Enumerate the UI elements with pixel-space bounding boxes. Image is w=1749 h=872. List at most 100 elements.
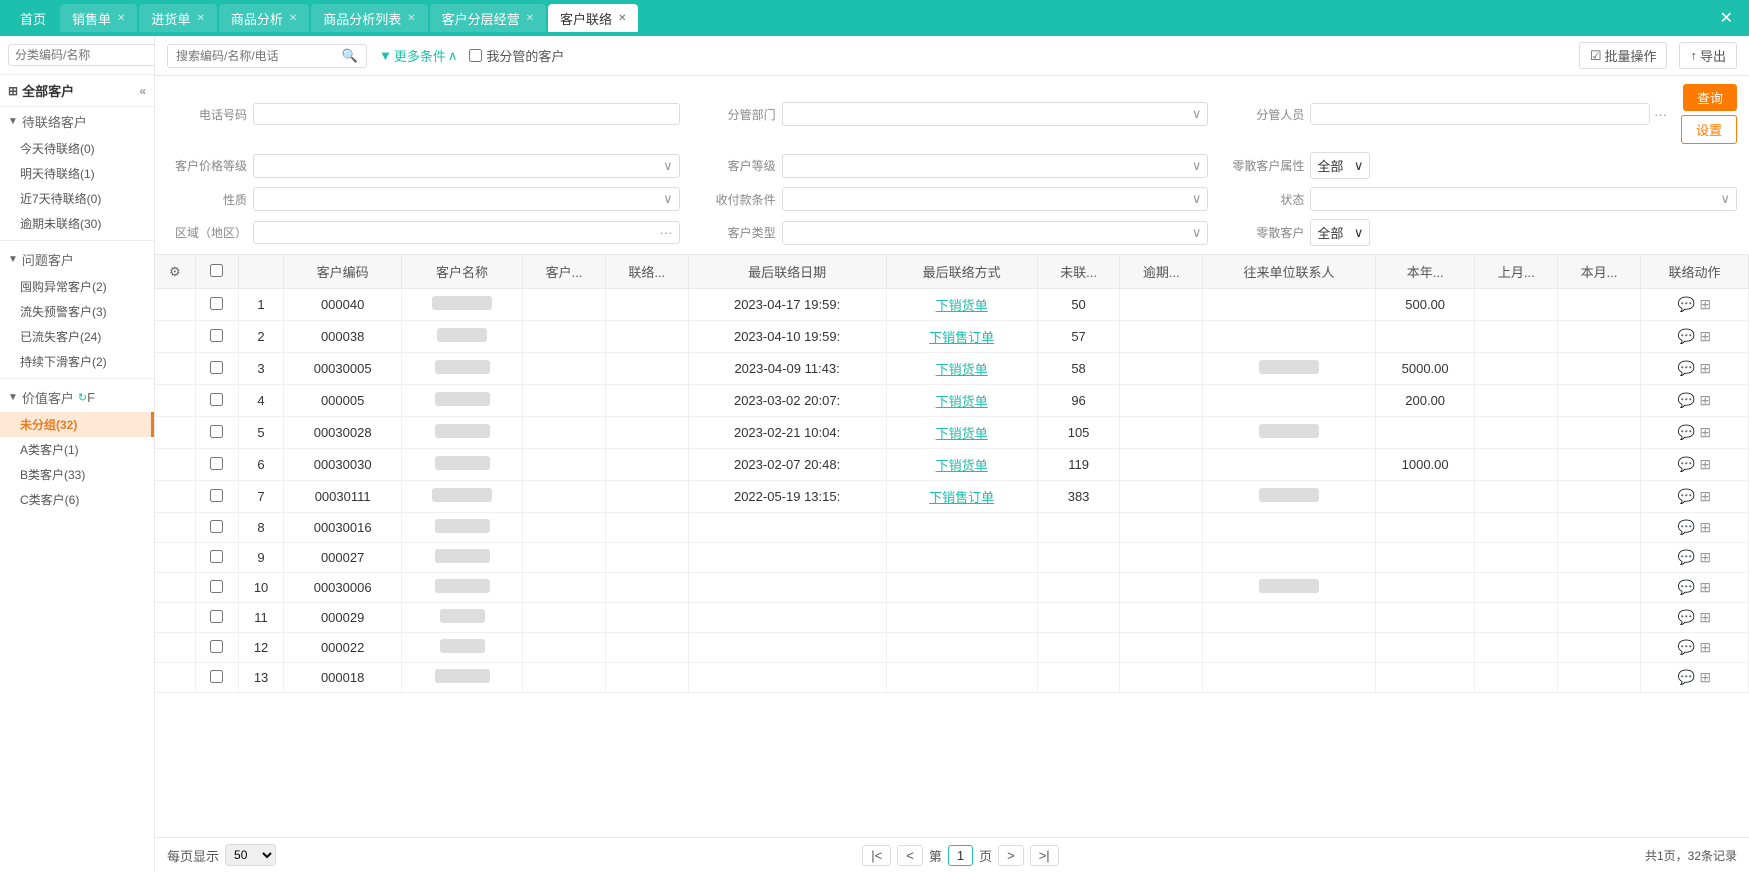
next-page-button[interactable]: >: [998, 845, 1024, 866]
region-select[interactable]: ···: [253, 221, 680, 244]
grid-action-icon[interactable]: ⊞: [1699, 609, 1711, 626]
row-checkbox[interactable]: [210, 520, 223, 533]
batch-ops-button[interactable]: ☑ 批量操作: [1579, 42, 1668, 69]
th-overdue[interactable]: 逾期...: [1120, 255, 1203, 289]
dept-select[interactable]: ∨: [782, 102, 1209, 126]
person-input[interactable]: [1310, 103, 1650, 125]
grid-action-icon[interactable]: ⊞: [1699, 392, 1711, 409]
tab-product-analysis[interactable]: 商品分析 ✕: [219, 4, 309, 32]
sidebar-group-pending-title[interactable]: ▼ 待联络客户: [0, 107, 154, 136]
grid-action-icon[interactable]: ⊞: [1699, 579, 1711, 596]
row-checkbox[interactable]: [210, 393, 223, 406]
comment-action-icon[interactable]: 💬: [1678, 549, 1695, 566]
sidebar-collapse-icon[interactable]: «: [139, 84, 146, 98]
window-close-button[interactable]: ✕: [1712, 4, 1741, 32]
comment-action-icon[interactable]: 💬: [1678, 669, 1695, 686]
th-no-contact[interactable]: 未联...: [1037, 255, 1120, 289]
row-checkbox[interactable]: [210, 640, 223, 653]
nature-select[interactable]: ∨: [253, 187, 680, 211]
tab-product-list-close[interactable]: ✕: [407, 13, 415, 24]
row-checkbox[interactable]: [210, 550, 223, 563]
grid-action-icon[interactable]: ⊞: [1699, 549, 1711, 566]
row-checkbox[interactable]: [210, 670, 223, 683]
prev-page-button[interactable]: <: [897, 845, 923, 866]
sidebar-all-customers[interactable]: ⊞ 全部客户 «: [0, 75, 154, 107]
comment-action-icon[interactable]: 💬: [1678, 488, 1695, 505]
comment-action-icon[interactable]: 💬: [1678, 456, 1695, 473]
th-this-month[interactable]: 本月...: [1558, 255, 1641, 289]
row-checkbox[interactable]: [210, 297, 223, 310]
th-last-contact-date[interactable]: 最后联络日期: [688, 255, 886, 289]
tab-product-list[interactable]: 商品分析列表 ✕: [311, 4, 427, 32]
contact-method-link[interactable]: 下销售订单: [929, 490, 994, 505]
comment-action-icon[interactable]: 💬: [1678, 296, 1695, 313]
grid-action-icon[interactable]: ⊞: [1699, 639, 1711, 656]
grid-action-icon[interactable]: ⊞: [1699, 669, 1711, 686]
sidebar-item-today[interactable]: 今天待联络(0): [0, 136, 154, 161]
grid-action-icon[interactable]: ⊞: [1699, 456, 1711, 473]
tab-customer-contact[interactable]: 客户联络 ✕: [548, 4, 638, 32]
tab-customer-contact-close[interactable]: ✕: [618, 13, 626, 24]
row-checkbox[interactable]: [210, 457, 223, 470]
row-checkbox[interactable]: [210, 489, 223, 502]
customer-level-select[interactable]: ∨: [782, 154, 1209, 178]
tab-purchase-close[interactable]: ✕: [196, 13, 204, 24]
comment-action-icon[interactable]: 💬: [1678, 639, 1695, 656]
settings-icon[interactable]: ⚙: [169, 264, 181, 279]
row-checkbox[interactable]: [210, 329, 223, 342]
comment-action-icon[interactable]: 💬: [1678, 392, 1695, 409]
comment-action-icon[interactable]: 💬: [1678, 579, 1695, 596]
th-customer-code[interactable]: 客户编码: [284, 255, 402, 289]
tab-customer-tier[interactable]: 客户分层经营 ✕: [430, 4, 546, 32]
per-page-select[interactable]: 50 100 200: [225, 844, 276, 866]
status-select[interactable]: ∨: [1310, 187, 1737, 211]
sidebar-item-class-b[interactable]: B类客户(33): [0, 462, 154, 487]
person-dots[interactable]: ···: [1654, 107, 1667, 122]
comment-action-icon[interactable]: 💬: [1678, 424, 1695, 441]
th-this-year[interactable]: 本年...: [1375, 255, 1475, 289]
export-button[interactable]: ↑ 导出: [1679, 42, 1737, 69]
sidebar-item-tomorrow[interactable]: 明天待联络(1): [0, 161, 154, 186]
th-settings[interactable]: ⚙: [155, 255, 195, 289]
tab-purchase[interactable]: 进货单 ✕: [139, 4, 216, 32]
contact-method-link[interactable]: 下销货单: [936, 298, 988, 313]
comment-action-icon[interactable]: 💬: [1678, 519, 1695, 536]
grid-action-icon[interactable]: ⊞: [1699, 360, 1711, 377]
th-last-month[interactable]: 上月...: [1475, 255, 1558, 289]
sidebar-item-class-c[interactable]: C类客户(6): [0, 487, 154, 512]
tab-sales[interactable]: 销售单 ✕: [60, 4, 137, 32]
comment-action-icon[interactable]: 💬: [1678, 360, 1695, 377]
sidebar-item-churned[interactable]: 已流失客户(24): [0, 324, 154, 349]
sidebar-item-7days[interactable]: 近7天待联络(0): [0, 186, 154, 211]
sidebar-item-hoarding[interactable]: 囤购异常客户(2): [0, 274, 154, 299]
sidebar-item-declining[interactable]: 持续下滑客户(2): [0, 349, 154, 374]
search-input[interactable]: [176, 49, 342, 63]
row-checkbox[interactable]: [210, 580, 223, 593]
th-last-contact-method[interactable]: 最后联络方式: [886, 255, 1037, 289]
sidebar-item-overdue[interactable]: 逾期未联络(30): [0, 211, 154, 236]
last-page-button[interactable]: >|: [1030, 845, 1059, 866]
th-contact[interactable]: 联络...: [605, 255, 688, 289]
tab-product-analysis-close[interactable]: ✕: [289, 13, 297, 24]
sidebar-item-churn-warning[interactable]: 流失预警客户(3): [0, 299, 154, 324]
sidebar-group-problem-title[interactable]: ▼ 问题客户: [0, 245, 154, 274]
th-company-contact[interactable]: 往来单位联系人: [1203, 255, 1376, 289]
th-customer-name[interactable]: 客户名称: [401, 255, 522, 289]
sidebar-search-input[interactable]: [8, 44, 155, 66]
my-customers-checkbox[interactable]: [469, 49, 482, 62]
row-checkbox[interactable]: [210, 610, 223, 623]
row-checkbox[interactable]: [210, 361, 223, 374]
contact-method-link[interactable]: 下销货单: [936, 426, 988, 441]
grid-action-icon[interactable]: ⊞: [1699, 328, 1711, 345]
price-level-select[interactable]: ∨: [253, 154, 680, 178]
customer-type-select[interactable]: ∨: [782, 221, 1209, 245]
comment-action-icon[interactable]: 💬: [1678, 328, 1695, 345]
th-category[interactable]: 客户...: [523, 255, 606, 289]
phone-input[interactable]: [253, 103, 680, 125]
tab-sales-close[interactable]: ✕: [117, 13, 125, 24]
sidebar-item-ungrouped[interactable]: 未分组(32): [0, 412, 154, 437]
grid-action-icon[interactable]: ⊞: [1699, 488, 1711, 505]
refresh-icon[interactable]: ↻: [78, 391, 87, 404]
select-all-checkbox[interactable]: [210, 264, 223, 277]
grid-action-icon[interactable]: ⊞: [1699, 519, 1711, 536]
